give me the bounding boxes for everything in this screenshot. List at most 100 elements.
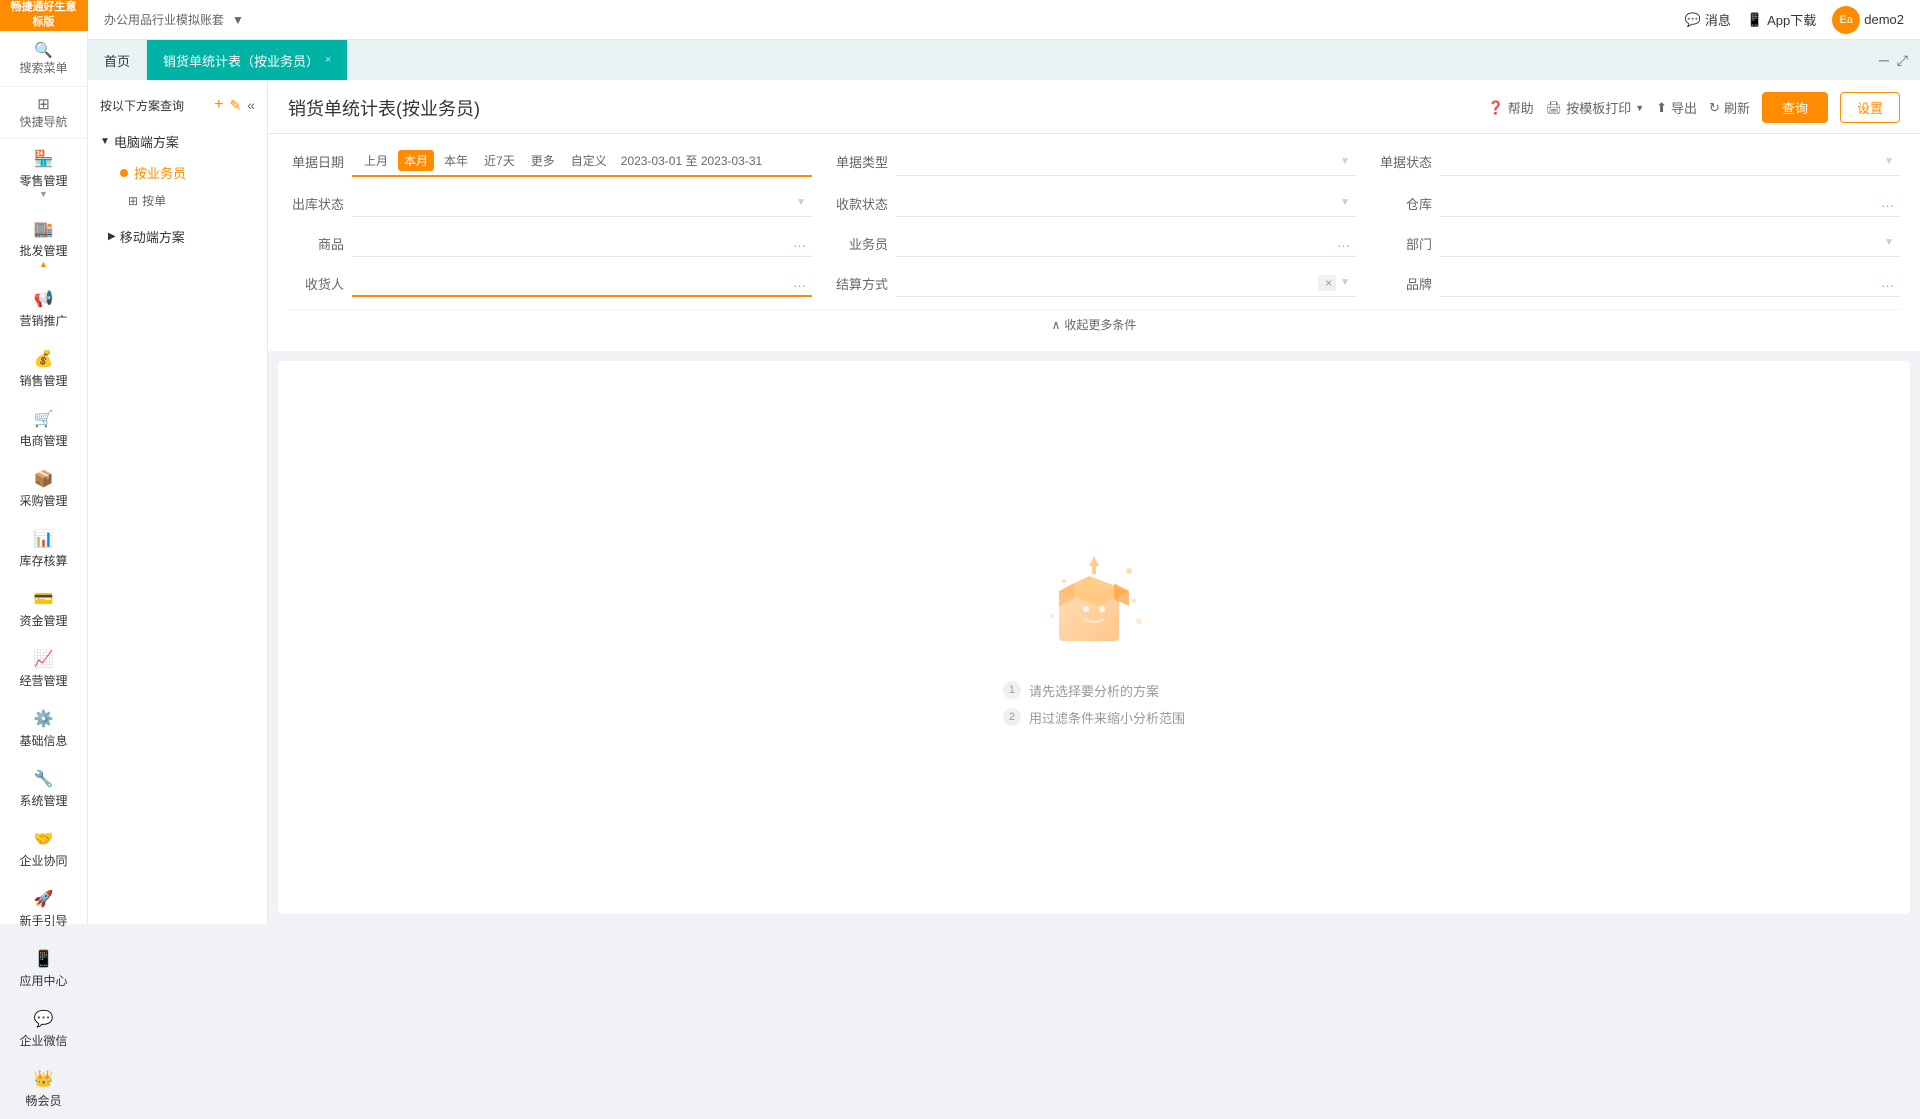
date-tab-7days[interactable]: 近7天 bbox=[478, 150, 521, 171]
sidebar-item-newbie[interactable]: 🚀 新手引导 bbox=[0, 879, 87, 939]
edit-scheme-btn[interactable]: ✎ bbox=[229, 97, 241, 114]
header-right: 💬 消息 📱 App下载 Ea demo2 bbox=[1685, 6, 1904, 34]
setting-button[interactable]: 设置 bbox=[1840, 92, 1900, 123]
header-dropdown-icon[interactable]: ▼ bbox=[232, 13, 244, 27]
tab-active[interactable]: 销货单统计表（按业务员） × bbox=[147, 40, 348, 80]
sidebar-item-basic[interactable]: ⚙️ 基础信息 bbox=[0, 699, 87, 759]
date-tab-custom[interactable]: 自定义 bbox=[565, 150, 613, 171]
product-more-icon: … bbox=[793, 235, 806, 250]
receiver-control[interactable]: … bbox=[352, 269, 812, 297]
tab-minimize-icon[interactable]: ─ bbox=[1879, 52, 1889, 68]
sidebar-item-system[interactable]: 🔧 系统管理 bbox=[0, 759, 87, 819]
sub-icon: ⊞ bbox=[128, 194, 138, 208]
export-btn[interactable]: ⬆ 导出 bbox=[1656, 98, 1697, 117]
tab-home[interactable]: 首页 bbox=[88, 40, 147, 80]
page-title: 销货单统计表(按业务员) bbox=[288, 95, 480, 121]
type-control[interactable]: ▼ bbox=[896, 148, 1356, 176]
mobile-scheme-header[interactable]: ▶ 移动端方案 bbox=[88, 221, 267, 252]
sidebar-item-retail[interactable]: 🏪 零售管理 ▼ bbox=[0, 139, 87, 209]
sidebar: 畅捷通好生意 标版 🔍 搜索菜单 ⊞ 快捷导航 🏪 零售管理 ▼ 🏬 批发管理 … bbox=[0, 0, 88, 924]
left-panel-header: 按以下方案查询 + ✎ « bbox=[88, 88, 267, 122]
message-btn[interactable]: 💬 消息 bbox=[1685, 10, 1731, 29]
sidebar-item-marketing[interactable]: 📢 营销推广 bbox=[0, 279, 87, 339]
filter-date: 单据日期 上月 本月 本年 近7天 更多 自定义 bbox=[288, 146, 812, 177]
sidebar-item-purchase[interactable]: 📦 采购管理 bbox=[0, 459, 87, 519]
sidebar-item-inventory[interactable]: 📊 库存核算 bbox=[0, 519, 87, 579]
staff-label: 业务员 bbox=[832, 234, 888, 253]
group-arrow-icon: ▼ bbox=[100, 136, 110, 147]
payment-control[interactable]: × ▼ bbox=[896, 269, 1356, 297]
desktop-scheme-label: 电脑端方案 bbox=[114, 132, 179, 151]
sidebar-item-corp[interactable]: 🤝 企业协同 bbox=[0, 819, 87, 879]
add-scheme-btn[interactable]: + bbox=[214, 96, 223, 114]
receiver-more-icon: … bbox=[793, 275, 806, 290]
active-dot bbox=[120, 169, 128, 177]
payment-label: 结算方式 bbox=[832, 274, 888, 293]
date-tab-this-month[interactable]: 本月 bbox=[398, 150, 434, 171]
scheme-item-by-staff[interactable]: 按业务员 bbox=[88, 157, 267, 188]
tab-maximize-icon[interactable]: ⤢ bbox=[1897, 52, 1908, 69]
sidebar-item-ops[interactable]: 📈 经营管理 bbox=[0, 639, 87, 699]
message-icon: 💬 bbox=[1685, 12, 1701, 28]
out-status-control[interactable]: ▼ bbox=[352, 189, 812, 217]
date-range-text: 2023-03-01 至 2023-03-31 bbox=[621, 152, 762, 169]
sidebar-item-wechat[interactable]: 💬 企业微信 bbox=[0, 999, 87, 1059]
payment-clear-icon[interactable]: × bbox=[1325, 276, 1332, 290]
sidebar-item-ecommerce[interactable]: 🛒 电商管理 bbox=[0, 399, 87, 459]
help-btn[interactable]: ❓ 帮助 bbox=[1487, 98, 1533, 117]
brand-more-icon: … bbox=[1881, 275, 1894, 290]
filter-staff: 业务员 … bbox=[832, 229, 1356, 257]
sidebar-quick-nav[interactable]: ⊞ 快捷导航 bbox=[0, 87, 87, 139]
basic-icon: ⚙️ bbox=[34, 709, 54, 729]
collapse-filters-btn[interactable]: ∧ 收起更多条件 bbox=[288, 309, 1900, 339]
brand-control[interactable]: … bbox=[1440, 269, 1900, 297]
date-tabs: 上月 本月 本年 近7天 更多 自定义 bbox=[358, 150, 613, 171]
warehouse-more-icon: … bbox=[1881, 195, 1894, 210]
filter-dept: 部门 ▼ bbox=[1376, 229, 1900, 257]
user-avatar-area[interactable]: Ea demo2 bbox=[1832, 6, 1904, 34]
collapse-panel-btn[interactable]: « bbox=[247, 97, 255, 113]
logo-subtext: 标版 bbox=[33, 15, 55, 30]
main-area: 办公用品行业模拟账套 ▼ 💬 消息 📱 App下载 Ea demo2 首页 销货… bbox=[88, 0, 1920, 924]
header-title: 办公用品行业模拟账套 bbox=[104, 11, 224, 28]
date-control[interactable]: 上月 本月 本年 近7天 更多 自定义 2023-03-01 至 2023-03… bbox=[352, 146, 812, 177]
date-tab-this-year[interactable]: 本年 bbox=[438, 150, 474, 171]
query-button[interactable]: 查询 bbox=[1762, 92, 1828, 123]
scheme-group-desktop: ▼ 电脑端方案 按业务员 ⊞ 按单 bbox=[88, 122, 267, 217]
filter-payment: 结算方式 × ▼ bbox=[832, 269, 1356, 297]
status-control[interactable]: ▼ bbox=[1440, 148, 1900, 176]
desktop-scheme-header[interactable]: ▼ 电脑端方案 bbox=[88, 126, 267, 157]
dept-control[interactable]: ▼ bbox=[1440, 229, 1900, 257]
out-status-label: 出库状态 bbox=[288, 194, 344, 213]
sales-icon: 💰 bbox=[34, 349, 54, 369]
refresh-btn[interactable]: ↻ 刷新 bbox=[1709, 98, 1750, 117]
purchase-icon: 📦 bbox=[34, 469, 54, 489]
empty-step-2: 2 用过滤条件来缩小分析范围 bbox=[1003, 708, 1185, 727]
filter-row-3: 商品 … 业务员 … bbox=[288, 229, 1900, 257]
filter-status: 单据状态 ▼ bbox=[1376, 148, 1900, 176]
print-btn[interactable]: 🖨 按模板打印 ▼ bbox=[1546, 98, 1644, 117]
sidebar-search[interactable]: 🔍 搜索菜单 bbox=[0, 31, 87, 87]
date-tab-more[interactable]: 更多 bbox=[525, 150, 561, 171]
breadcrumb: 办公用品行业模拟账套 ▼ bbox=[104, 11, 244, 28]
staff-control[interactable]: … bbox=[896, 229, 1356, 257]
warehouse-control[interactable]: … bbox=[1440, 189, 1900, 217]
sidebar-item-wholesale[interactable]: 🏬 批发管理 ▲ bbox=[0, 209, 87, 279]
tab-close-icon[interactable]: × bbox=[325, 54, 331, 66]
sidebar-item-finance[interactable]: 💳 资金管理 bbox=[0, 579, 87, 639]
sidebar-item-member[interactable]: 👑 畅会员 bbox=[0, 1059, 87, 1119]
left-panel: 按以下方案查询 + ✎ « ▼ 电脑端方案 按业务员 ⊞ 按单 bbox=[88, 80, 268, 924]
mobile-arrow-icon: ▶ bbox=[108, 231, 116, 242]
pay-status-dropdown-icon: ▼ bbox=[1340, 197, 1350, 208]
dept-label: 部门 bbox=[1376, 234, 1432, 253]
wholesale-icon: 🏬 bbox=[34, 219, 54, 239]
date-tab-last-month[interactable]: 上月 bbox=[358, 150, 394, 171]
sidebar-item-sales[interactable]: 💰 销售管理 bbox=[0, 339, 87, 399]
sidebar-item-apps[interactable]: 📱 应用中心 bbox=[0, 939, 87, 999]
app-download-btn[interactable]: 📱 App下载 bbox=[1747, 10, 1816, 29]
scheme-sub-by-order[interactable]: ⊞ 按单 bbox=[88, 188, 267, 213]
pay-status-control[interactable]: ▼ bbox=[896, 189, 1356, 217]
empty-illustration bbox=[1034, 541, 1154, 661]
product-control[interactable]: … bbox=[352, 229, 812, 257]
right-panel: 销货单统计表(按业务员) ❓ 帮助 🖨 按模板打印 ▼ ⬆ 导出 bbox=[268, 80, 1920, 924]
